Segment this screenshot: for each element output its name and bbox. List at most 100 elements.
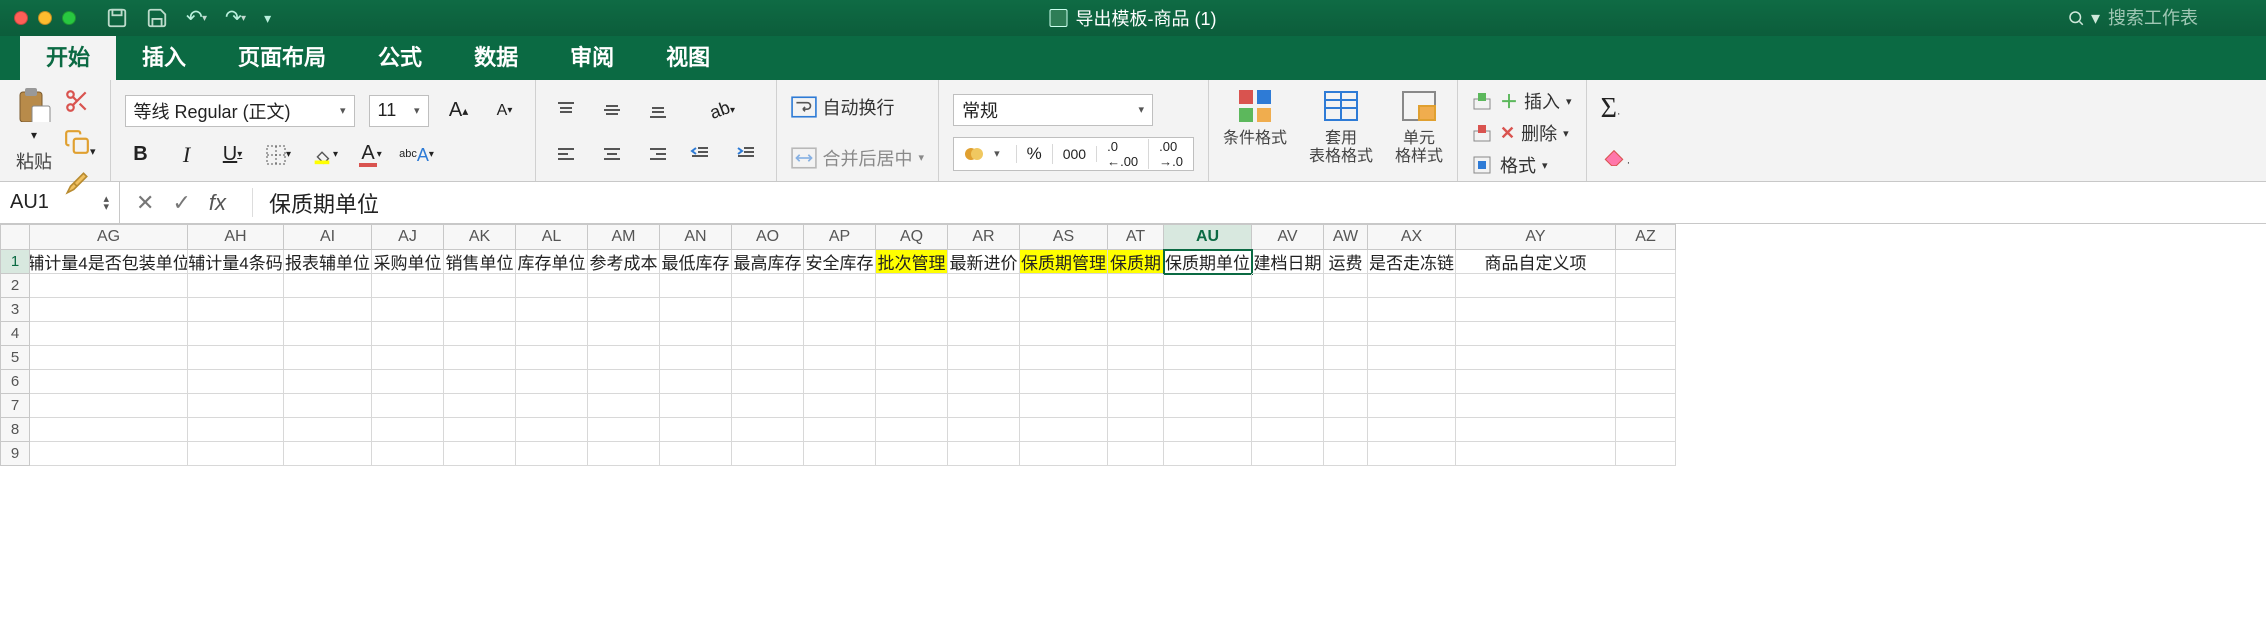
cell-AM1[interactable]: 参考成本 bbox=[588, 250, 660, 274]
row-header-1[interactable]: 1 bbox=[0, 250, 30, 274]
cell-AW4[interactable] bbox=[1324, 322, 1368, 346]
decrease-decimal-button[interactable]: .00→.0 bbox=[1149, 139, 1193, 169]
cell-AY9[interactable] bbox=[1456, 442, 1616, 466]
cell-AQ4[interactable] bbox=[876, 322, 948, 346]
cell-AV7[interactable] bbox=[1252, 394, 1324, 418]
cell-AN2[interactable] bbox=[660, 274, 732, 298]
cell-AI8[interactable] bbox=[284, 418, 372, 442]
align-middle-button[interactable] bbox=[596, 95, 628, 125]
column-header-AZ[interactable]: AZ bbox=[1616, 224, 1676, 250]
namebox-stepper[interactable]: ▴▾ bbox=[103, 195, 109, 211]
cell-AW9[interactable] bbox=[1324, 442, 1368, 466]
cell-AR3[interactable] bbox=[948, 298, 1020, 322]
cell-AY7[interactable] bbox=[1456, 394, 1616, 418]
cell-AX2[interactable] bbox=[1368, 274, 1456, 298]
cell-AS5[interactable] bbox=[1020, 346, 1108, 370]
cell-AV4[interactable] bbox=[1252, 322, 1324, 346]
cell-AL5[interactable] bbox=[516, 346, 588, 370]
cell-AZ8[interactable] bbox=[1616, 418, 1676, 442]
cell-AU1[interactable]: 保质期单位 bbox=[1164, 250, 1252, 274]
cell-AM3[interactable] bbox=[588, 298, 660, 322]
cell-AV8[interactable] bbox=[1252, 418, 1324, 442]
font-size-dropdown[interactable]: 11▾ bbox=[369, 95, 429, 127]
column-header-AQ[interactable]: AQ bbox=[876, 224, 948, 250]
cell-AX7[interactable] bbox=[1368, 394, 1456, 418]
row-header-3[interactable]: 3 bbox=[0, 298, 30, 322]
cell-AH3[interactable] bbox=[188, 298, 284, 322]
cell-AU4[interactable] bbox=[1164, 322, 1252, 346]
cell-AI5[interactable] bbox=[284, 346, 372, 370]
cell-AL1[interactable]: 库存单位 bbox=[516, 250, 588, 274]
cell-style-button[interactable]: 单元 格样式 bbox=[1395, 86, 1443, 165]
row-header-7[interactable]: 7 bbox=[0, 394, 30, 418]
cell-AP7[interactable] bbox=[804, 394, 876, 418]
cell-AO3[interactable] bbox=[732, 298, 804, 322]
column-header-AL[interactable]: AL bbox=[516, 224, 588, 250]
cell-AR6[interactable] bbox=[948, 370, 1020, 394]
cell-AR7[interactable] bbox=[948, 394, 1020, 418]
cell-AY5[interactable] bbox=[1456, 346, 1616, 370]
column-header-AP[interactable]: AP bbox=[804, 224, 876, 250]
cell-AI4[interactable] bbox=[284, 322, 372, 346]
cell-AV3[interactable] bbox=[1252, 298, 1324, 322]
cell-AZ9[interactable] bbox=[1616, 442, 1676, 466]
cell-AK9[interactable] bbox=[444, 442, 516, 466]
cell-AT2[interactable] bbox=[1108, 274, 1164, 298]
cell-AP1[interactable]: 安全库存 bbox=[804, 250, 876, 274]
cell-AN3[interactable] bbox=[660, 298, 732, 322]
table-format-button[interactable]: 套用 表格格式 bbox=[1309, 86, 1373, 165]
number-format-dropdown[interactable]: 常规▾ bbox=[953, 94, 1153, 126]
cell-AQ1[interactable]: 批次管理 bbox=[876, 250, 948, 274]
column-header-AR[interactable]: AR bbox=[948, 224, 1020, 250]
column-header-AH[interactable]: AH bbox=[188, 224, 284, 250]
cell-AG3[interactable] bbox=[30, 298, 188, 322]
cell-AY4[interactable] bbox=[1456, 322, 1616, 346]
column-header-AO[interactable]: AO bbox=[732, 224, 804, 250]
cell-AV1[interactable]: 建档日期 bbox=[1252, 250, 1324, 274]
cell-AS8[interactable] bbox=[1020, 418, 1108, 442]
cell-AN8[interactable] bbox=[660, 418, 732, 442]
cell-AN1[interactable]: 最低库存 bbox=[660, 250, 732, 274]
cell-AH7[interactable] bbox=[188, 394, 284, 418]
cell-AR9[interactable] bbox=[948, 442, 1020, 466]
cell-AO2[interactable] bbox=[732, 274, 804, 298]
cell-AZ2[interactable] bbox=[1616, 274, 1676, 298]
cell-AJ8[interactable] bbox=[372, 418, 444, 442]
cell-AX9[interactable] bbox=[1368, 442, 1456, 466]
formula-input[interactable]: 保质期单位 bbox=[263, 187, 379, 219]
cell-AI3[interactable] bbox=[284, 298, 372, 322]
cell-AW6[interactable] bbox=[1324, 370, 1368, 394]
cell-AH4[interactable] bbox=[188, 322, 284, 346]
merge-center-button[interactable]: 合并后居中 ▾ bbox=[791, 143, 925, 173]
undo-button[interactable]: ↶▾ bbox=[186, 7, 207, 29]
tab-5[interactable]: 审阅 bbox=[544, 32, 640, 80]
cell-AN9[interactable] bbox=[660, 442, 732, 466]
cell-AX1[interactable]: 是否走冻链 bbox=[1368, 250, 1456, 274]
cell-AK8[interactable] bbox=[444, 418, 516, 442]
sheet-search[interactable]: ▾ bbox=[2067, 8, 2266, 29]
cell-AW3[interactable] bbox=[1324, 298, 1368, 322]
cell-AN5[interactable] bbox=[660, 346, 732, 370]
cell-AT6[interactable] bbox=[1108, 370, 1164, 394]
accounting-format-button[interactable]: ▾ bbox=[954, 145, 1017, 163]
cell-AP9[interactable] bbox=[804, 442, 876, 466]
cell-AM7[interactable] bbox=[588, 394, 660, 418]
cell-AL4[interactable] bbox=[516, 322, 588, 346]
column-header-AW[interactable]: AW bbox=[1324, 224, 1368, 250]
cell-AI1[interactable]: 报表辅单位 bbox=[284, 250, 372, 274]
cell-AH8[interactable] bbox=[188, 418, 284, 442]
cell-AV2[interactable] bbox=[1252, 274, 1324, 298]
column-header-AS[interactable]: AS bbox=[1020, 224, 1108, 250]
column-header-AU[interactable]: AU bbox=[1164, 224, 1252, 250]
tab-6[interactable]: 视图 bbox=[640, 32, 736, 80]
format-cells-button[interactable]: 格式▾ bbox=[1472, 152, 1572, 178]
cell-AU8[interactable] bbox=[1164, 418, 1252, 442]
row-header-6[interactable]: 6 bbox=[0, 370, 30, 394]
cell-AS9[interactable] bbox=[1020, 442, 1108, 466]
cut-button[interactable] bbox=[64, 88, 96, 119]
align-center-button[interactable] bbox=[596, 139, 628, 169]
phonetic-guide-button[interactable]: abcA▾ bbox=[401, 140, 433, 170]
cell-AM4[interactable] bbox=[588, 322, 660, 346]
close-window-button[interactable] bbox=[14, 11, 28, 25]
font-color-button[interactable]: A▾ bbox=[355, 140, 387, 170]
